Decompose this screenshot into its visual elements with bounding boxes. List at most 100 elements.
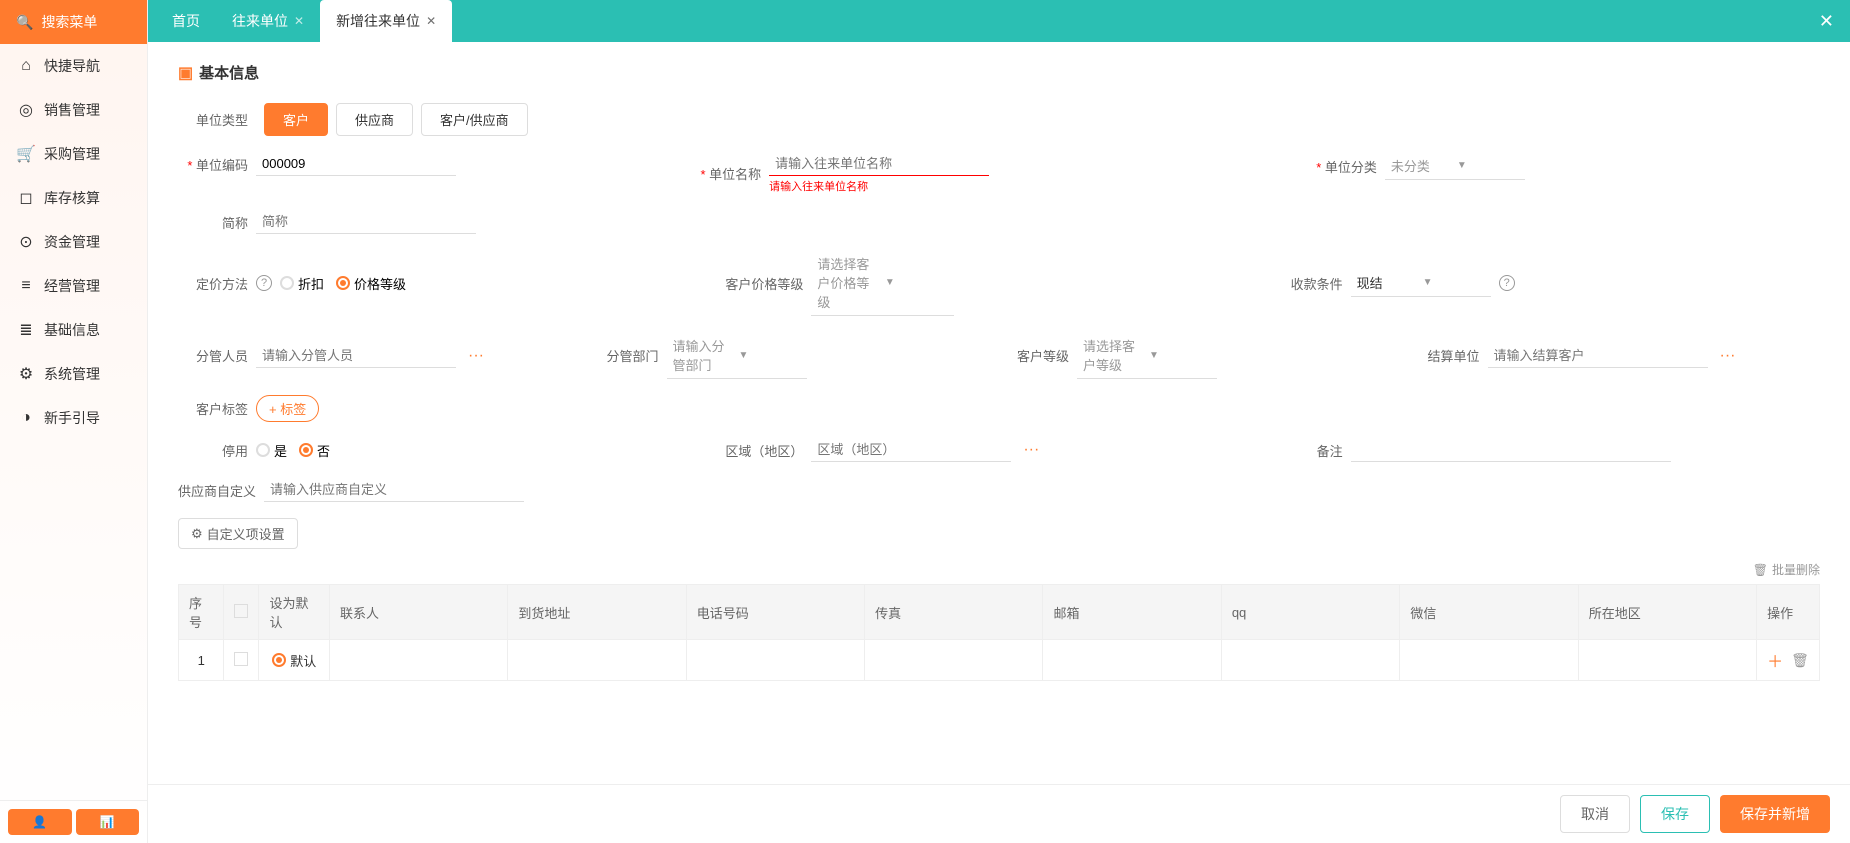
- dept-placeholder: 请输入分管部门: [673, 336, 735, 374]
- yes-label: 是: [274, 441, 287, 460]
- home-icon: ⌂: [16, 56, 36, 76]
- sidebar-item-sales[interactable]: ◎ 销售管理: [0, 88, 147, 132]
- gear-icon: ⚙: [191, 526, 203, 542]
- sidebar-item-inventory[interactable]: ◻ 库存核算: [0, 176, 147, 220]
- tab-new-partner[interactable]: 新增往来单位 ✕: [320, 0, 452, 42]
- row-fax[interactable]: [865, 640, 1043, 681]
- row-checkbox-cell: [224, 640, 259, 681]
- region-input2[interactable]: [1589, 653, 1746, 668]
- supervisor-input[interactable]: [256, 344, 456, 368]
- customer-level-select[interactable]: 请选择客户等级 ▼: [1077, 332, 1217, 379]
- sidebar-bottom-btn1[interactable]: 👤: [8, 809, 72, 835]
- pricing-help-icon[interactable]: ?: [256, 275, 272, 291]
- batch-delete[interactable]: 🗑 批量删除: [178, 561, 1820, 578]
- short-name-row: 简称: [178, 210, 1820, 234]
- cancel-button[interactable]: 取消: [1560, 795, 1630, 833]
- row-action-btns: ＋ 🗑: [1767, 648, 1809, 672]
- unit-name-label: 单位名称: [691, 164, 761, 183]
- settlement-unit-more-btn[interactable]: ···: [1716, 347, 1740, 365]
- disabled-radio-no[interactable]: 否: [299, 441, 330, 460]
- row-phone[interactable]: [686, 640, 864, 681]
- type-btn-both[interactable]: 客户/供应商: [421, 103, 528, 136]
- sidebar-item-operation[interactable]: ≡ 经营管理: [0, 264, 147, 308]
- sidebar-search[interactable]: 🔍 搜索菜单: [0, 0, 147, 44]
- supplier-custom-input[interactable]: [264, 478, 524, 502]
- sidebar-item-purchase[interactable]: 🛒 采购管理: [0, 132, 147, 176]
- inventory-icon: ◻: [16, 188, 36, 208]
- sidebar-item-system[interactable]: ⚙ 系统管理: [0, 352, 147, 396]
- disabled-radio-yes[interactable]: 是: [256, 441, 287, 460]
- chevron-down-icon4: ▼: [739, 350, 801, 361]
- supplier-custom-field: 供应商自定义: [178, 478, 1820, 502]
- row-del-btn[interactable]: 🗑: [1791, 652, 1809, 669]
- email-input[interactable]: [1053, 653, 1210, 668]
- sidebar-bottom-btn2[interactable]: 📊: [76, 809, 140, 835]
- supervisor-more-btn[interactable]: ···: [464, 347, 488, 365]
- row-region[interactable]: [1578, 640, 1756, 681]
- row-wechat[interactable]: [1400, 640, 1578, 681]
- disabled-row: 停用 是 否 区域（地区） ··· 备注: [178, 438, 1820, 462]
- sidebar-item-finance[interactable]: ⊙ 资金管理: [0, 220, 147, 264]
- row-qq[interactable]: [1221, 640, 1400, 681]
- sidebar-item-newbie[interactable]: ◑ 新手引导: [0, 396, 147, 440]
- row-default-radio[interactable]: 默认: [269, 651, 319, 670]
- pricing-radio-discount[interactable]: 折扣: [280, 274, 324, 293]
- dept-select[interactable]: 请输入分管部门 ▼: [667, 332, 807, 379]
- payment-terms-help-icon[interactable]: ?: [1499, 275, 1515, 291]
- sidebar-item-quick-nav[interactable]: ⌂ 快捷导航: [0, 44, 147, 88]
- address-input[interactable]: [518, 653, 675, 668]
- pricing-radio-group: 折扣 价格等级: [280, 274, 406, 293]
- fax-input[interactable]: [875, 653, 1032, 668]
- short-name-input[interactable]: [256, 210, 476, 234]
- main-area: 首页 往来单位 ✕ 新增往来单位 ✕ ✕ ▣ 基本信息 单位类型 客户 供应商 …: [148, 0, 1850, 843]
- type-btn-supplier[interactable]: 供应商: [336, 103, 413, 136]
- purchase-icon: 🛒: [16, 144, 36, 164]
- remark-input[interactable]: [1351, 438, 1671, 462]
- sidebar-label-operation: 经营管理: [44, 276, 100, 296]
- payment-terms-select[interactable]: 现结 ▼: [1351, 269, 1491, 297]
- customer-tag-btn[interactable]: + 标签: [256, 395, 319, 422]
- unit-name-input[interactable]: [769, 152, 989, 176]
- header-checkbox[interactable]: [234, 604, 248, 618]
- settlement-unit-input[interactable]: [1488, 344, 1708, 368]
- customer-price-level-select[interactable]: 请选择客户价格等级 ▼: [811, 250, 954, 316]
- sidebar-label-inventory: 库存核算: [44, 188, 100, 208]
- tab-home[interactable]: 首页: [156, 0, 216, 42]
- section-title-text: 基本信息: [199, 62, 259, 83]
- tab-close-all[interactable]: ✕: [1811, 11, 1842, 32]
- unit-info-row: 单位编码 单位名称 请输入往来单位名称 单位分类 未分类 ▼: [178, 152, 1820, 194]
- contact-input[interactable]: [340, 653, 497, 668]
- sidebar-item-basic[interactable]: ≣ 基础信息: [0, 308, 147, 352]
- row-address[interactable]: [508, 640, 686, 681]
- col-phone: 电话号码: [686, 585, 864, 640]
- custom-settings-btn[interactable]: ⚙ 自定义项设置: [178, 518, 298, 549]
- type-btn-customer[interactable]: 客户: [264, 103, 328, 136]
- row-contact[interactable]: [329, 640, 507, 681]
- save-button[interactable]: 保存: [1640, 795, 1710, 833]
- settlement-unit-label: 结算单位: [1410, 346, 1480, 365]
- tab-partners[interactable]: 往来单位 ✕: [216, 0, 320, 42]
- tab-partners-close[interactable]: ✕: [294, 14, 304, 28]
- wechat-input[interactable]: [1410, 653, 1567, 668]
- row-checkbox[interactable]: [234, 652, 248, 666]
- supervisor-label: 分管人员: [178, 346, 248, 365]
- operation-icon: ≡: [16, 276, 36, 296]
- row-add-btn[interactable]: ＋: [1767, 648, 1783, 672]
- qq-input[interactable]: [1232, 653, 1390, 668]
- disabled-field: 停用 是 否: [178, 441, 725, 460]
- unit-category-select[interactable]: 未分类 ▼: [1385, 152, 1525, 180]
- tab-new-partner-close[interactable]: ✕: [426, 14, 436, 28]
- basic-icon: ≣: [16, 320, 36, 340]
- unit-type-field: 单位类型 客户 供应商 客户/供应商: [178, 103, 1820, 136]
- region-input[interactable]: [811, 438, 1011, 462]
- chevron-down-icon5: ▼: [1149, 350, 1211, 361]
- price-level-label: 价格等级: [354, 274, 406, 293]
- phone-input[interactable]: [697, 653, 854, 668]
- unit-code-input[interactable]: [256, 152, 456, 176]
- save-new-button[interactable]: 保存并新增: [1720, 795, 1830, 833]
- supervisor-row: 分管人员 ··· 分管部门 请输入分管部门 ▼ 客户等级 请选择客户等级 ▼ 结…: [178, 332, 1820, 379]
- region-more-btn[interactable]: ···: [1019, 441, 1043, 459]
- pricing-radio-price-level[interactable]: 价格等级: [336, 274, 406, 293]
- row-email[interactable]: [1043, 640, 1221, 681]
- section-title: ▣ 基本信息: [178, 62, 1820, 83]
